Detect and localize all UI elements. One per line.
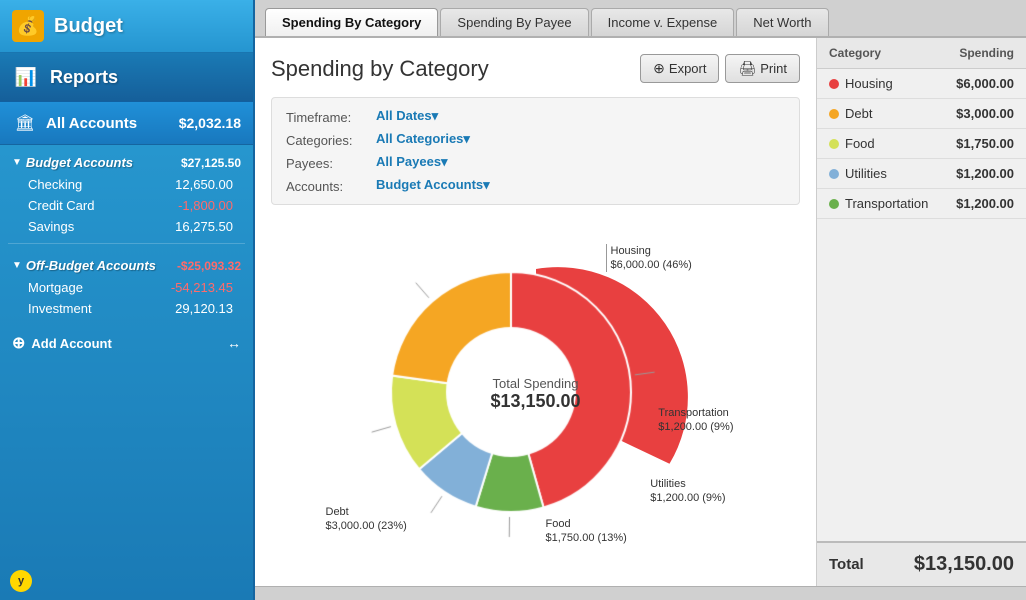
legend-item[interactable]: Debt $3,000.00 bbox=[817, 99, 1026, 129]
main-content: Spending By Category Spending By Payee I… bbox=[255, 0, 1026, 600]
budget-accounts-title: Budget Accounts bbox=[26, 155, 133, 170]
reports-label: Reports bbox=[50, 67, 118, 88]
export-button[interactable]: ⊕ Export bbox=[640, 54, 719, 83]
legend-header: Category Spending bbox=[817, 38, 1026, 69]
legend-total: Total $13,150.00 bbox=[817, 541, 1026, 586]
budget-accounts-amount: $27,125.50 bbox=[181, 156, 241, 170]
timeframe-label: Timeframe: bbox=[286, 108, 376, 125]
legend-items: Housing $6,000.00 Debt $3,000.00 Food $1… bbox=[817, 69, 1026, 541]
off-budget-title: Off-Budget Accounts bbox=[26, 258, 156, 273]
reports-nav[interactable]: 📊 Reports bbox=[0, 53, 253, 102]
legend-total-amount: $13,150.00 bbox=[914, 553, 1014, 576]
legend-total-label: Total bbox=[829, 556, 864, 573]
budget-icon: 💰 bbox=[12, 10, 44, 42]
accounts-label: Accounts: bbox=[286, 177, 376, 194]
all-accounts-amount: $2,032.18 bbox=[179, 115, 241, 131]
tab-spending-by-payee[interactable]: Spending By Payee bbox=[440, 8, 588, 36]
legend-dot bbox=[829, 199, 839, 209]
legend-dot bbox=[829, 169, 839, 179]
legend-dot bbox=[829, 79, 839, 89]
legend-dot bbox=[829, 109, 839, 119]
credit-card-account[interactable]: Credit Card -1,800.00 bbox=[12, 195, 241, 216]
payees-filter[interactable]: All Payees▾ bbox=[376, 154, 785, 171]
budget-nav[interactable]: 💰 Budget bbox=[0, 0, 253, 53]
off-budget-header[interactable]: ▼ Off-Budget Accounts -$25,093.32 bbox=[12, 254, 241, 277]
print-icon: 🖨 bbox=[738, 60, 756, 77]
export-icon: ⊕ bbox=[653, 60, 665, 77]
off-budget-accounts-section: ▼ Off-Budget Accounts -$25,093.32 Mortga… bbox=[0, 248, 253, 321]
legend-item[interactable]: Housing $6,000.00 bbox=[817, 69, 1026, 99]
tab-income-v-expense[interactable]: Income v. Expense bbox=[591, 8, 735, 36]
legend-item[interactable]: Transportation $1,200.00 bbox=[817, 189, 1026, 219]
add-account-label: Add Account bbox=[31, 336, 111, 351]
divider bbox=[8, 243, 245, 244]
utilities-callout: Utilities$1,200.00 (9%) bbox=[650, 477, 725, 506]
add-account-row[interactable]: ⊕ Add Account ↔ bbox=[0, 325, 253, 361]
chevron-icon: ▼ bbox=[12, 157, 22, 168]
legend-item[interactable]: Food $1,750.00 bbox=[817, 129, 1026, 159]
budget-label: Budget bbox=[54, 15, 123, 38]
mortgage-account[interactable]: Mortgage -54,213.45 bbox=[12, 277, 241, 298]
chart-container: Total Spending $13,150.00 Housing $6,000… bbox=[271, 217, 800, 570]
off-budget-amount: -$25,093.32 bbox=[177, 259, 241, 273]
all-accounts-label: All Accounts bbox=[46, 115, 137, 132]
food-callout: Food$1,750.00 (13%) bbox=[546, 517, 627, 546]
categories-filter[interactable]: All Categories▾ bbox=[376, 131, 785, 148]
housing-callout: Housing $6,000.00 (46%) bbox=[606, 244, 692, 273]
scrollbar-area[interactable] bbox=[255, 586, 1026, 600]
tab-bar: Spending By Category Spending By Payee I… bbox=[255, 0, 1026, 38]
add-icon: ⊕ bbox=[12, 333, 25, 353]
accounts-icon: 🏛 bbox=[12, 110, 38, 136]
savings-account[interactable]: Savings 16,275.50 bbox=[12, 216, 241, 237]
report-title: Spending by Category bbox=[271, 56, 489, 82]
report-area: Spending by Category ⊕ Export 🖨 Print Ti… bbox=[255, 38, 816, 586]
budget-accounts-section: ▼ Budget Accounts $27,125.50 Checking 12… bbox=[0, 145, 253, 239]
category-col-header: Category bbox=[829, 46, 881, 60]
payees-label: Payees: bbox=[286, 154, 376, 171]
transportation-callout: Transportation$1,200.00 (9%) bbox=[658, 406, 733, 435]
report-buttons: ⊕ Export 🖨 Print bbox=[640, 54, 800, 83]
content-panel: Spending by Category ⊕ Export 🖨 Print Ti… bbox=[255, 38, 1026, 586]
accounts-filter[interactable]: Budget Accounts▾ bbox=[376, 177, 785, 194]
chevron-icon-2: ▼ bbox=[12, 260, 22, 271]
legend-item[interactable]: Utilities $1,200.00 bbox=[817, 159, 1026, 189]
tab-net-worth[interactable]: Net Worth bbox=[736, 8, 828, 36]
print-button[interactable]: 🖨 Print bbox=[725, 54, 800, 83]
tab-spending-by-category[interactable]: Spending By Category bbox=[265, 8, 438, 36]
categories-label: Categories: bbox=[286, 131, 376, 148]
legend-panel: Category Spending Housing $6,000.00 Debt… bbox=[816, 38, 1026, 586]
timeframe-filter[interactable]: All Dates▾ bbox=[376, 108, 785, 125]
sidebar: 💰 Budget 📊 Reports 🏛 All Accounts $2,032… bbox=[0, 0, 255, 600]
report-header: Spending by Category ⊕ Export 🖨 Print bbox=[271, 54, 800, 83]
debt-callout: Debt$3,000.00 (23%) bbox=[326, 505, 407, 534]
checking-account[interactable]: Checking 12,650.00 bbox=[12, 174, 241, 195]
yunabi-icon[interactable]: y bbox=[10, 570, 32, 592]
spending-col-header: Spending bbox=[959, 46, 1014, 60]
arrows-icon: ↔ bbox=[227, 335, 241, 351]
budget-accounts-header[interactable]: ▼ Budget Accounts $27,125.50 bbox=[12, 151, 241, 174]
donut-chart: Total Spending $13,150.00 Housing $6,000… bbox=[346, 234, 726, 554]
investment-account[interactable]: Investment 29,120.13 bbox=[12, 298, 241, 319]
filters-panel: Timeframe: All Dates▾ Categories: All Ca… bbox=[271, 97, 800, 205]
legend-dot bbox=[829, 139, 839, 149]
all-accounts-nav[interactable]: 🏛 All Accounts $2,032.18 bbox=[0, 102, 253, 145]
reports-icon: 📊 bbox=[12, 63, 40, 91]
